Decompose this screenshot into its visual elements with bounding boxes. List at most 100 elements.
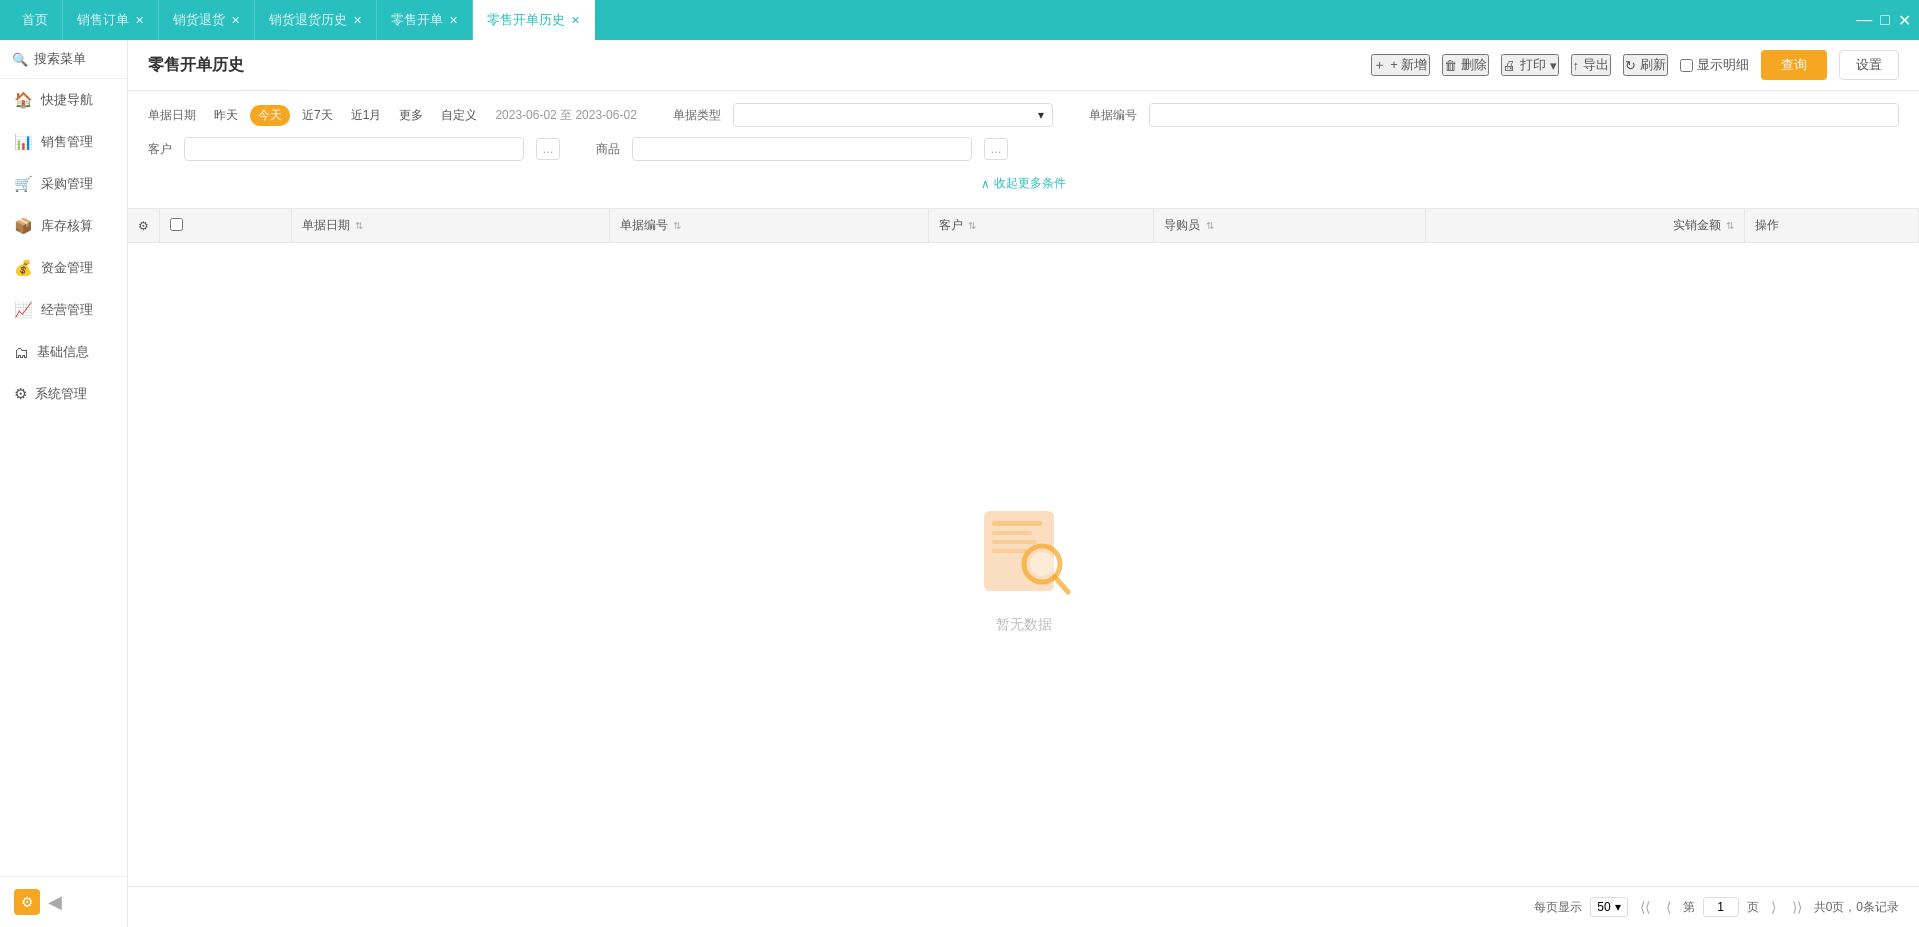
show-detail-checkbox-container[interactable]: 显示明细 (1680, 56, 1749, 74)
customer-dots-button[interactable]: ... (536, 138, 560, 160)
box-icon: 📦 (14, 217, 33, 235)
page-title: 零售开单历史 (148, 55, 244, 76)
sidebar-gear-button[interactable]: ⚙ (14, 889, 40, 915)
number-filter-input[interactable] (1149, 103, 1899, 127)
tab-sales-order-close[interactable]: ✕ (135, 14, 144, 27)
customer-filter-label: 客户 (148, 141, 172, 158)
th-salesperson[interactable]: 导购员 ⇅ (1154, 209, 1426, 243)
collapse-bar[interactable]: ∧ 收起更多条件 (148, 171, 1899, 196)
per-page-label: 每页显示 (1534, 899, 1582, 916)
add-button[interactable]: ＋ + 新增 (1371, 54, 1429, 76)
sidebar-item-system[interactable]: ⚙ 系统管理 (0, 373, 127, 415)
date-btn-1month[interactable]: 近1月 (345, 105, 388, 126)
print-label: 打印 (1520, 56, 1546, 74)
page-prev-button[interactable]: ⟨ (1662, 897, 1675, 917)
export-button[interactable]: ↑ 导出 (1571, 54, 1612, 76)
tab-retail-open-history[interactable]: 零售开单历史 ✕ (473, 0, 595, 40)
tab-retail-open[interactable]: 零售开单 ✕ (377, 0, 473, 40)
export-icon: ↑ (1573, 58, 1580, 73)
select-all-checkbox[interactable] (170, 218, 183, 231)
empty-text: 暂无数据 (996, 616, 1052, 634)
tab-sales-return-history-close[interactable]: ✕ (353, 14, 362, 27)
svg-rect-1 (992, 521, 1042, 526)
th-checkbox (160, 209, 292, 243)
sidebar-item-finance-label: 资金管理 (41, 259, 93, 277)
add-label: + 新增 (1390, 56, 1427, 74)
print-button[interactable]: 🖨 打印 ▾ (1501, 54, 1559, 76)
show-detail-checkbox[interactable] (1680, 59, 1693, 72)
tab-sales-return-history[interactable]: 销货退货历史 ✕ (255, 0, 377, 40)
window-maximize-icon[interactable]: □ (1880, 11, 1890, 29)
th-actions: 操作 (1744, 209, 1918, 243)
sidebar-item-purchase-mgmt[interactable]: 🛒 采购管理 (0, 163, 127, 205)
page-number-input[interactable] (1703, 897, 1739, 917)
tab-sales-return[interactable]: 销货退货 ✕ (159, 0, 255, 40)
settings-label: 设置 (1856, 57, 1882, 72)
th-amount[interactable]: 实销金额 ⇅ (1426, 209, 1745, 243)
date-btn-7days[interactable]: 近7天 (296, 105, 339, 126)
th-date[interactable]: 单据日期 ⇅ (291, 209, 610, 243)
date-filter-label: 单据日期 (148, 107, 196, 124)
tab-retail-open-close[interactable]: ✕ (449, 14, 458, 27)
tab-home-label: 首页 (22, 11, 48, 29)
query-label: 查询 (1781, 57, 1807, 72)
chart-icon: 📊 (14, 133, 33, 151)
tab-sales-order[interactable]: 销售订单 ✕ (63, 0, 159, 40)
svg-rect-3 (992, 540, 1037, 544)
th-customer[interactable]: 客户 ⇅ (928, 209, 1154, 243)
query-button[interactable]: 查询 (1761, 50, 1827, 80)
per-page-value: 50 (1597, 900, 1610, 914)
filter-area: 单据日期 昨天 今天 近7天 近1月 更多 自定义 2023-06-02 至 2… (128, 91, 1919, 209)
sidebar-item-operations-label: 经营管理 (41, 301, 93, 319)
page-first-button[interactable]: ⟨⟨ (1636, 897, 1654, 917)
sidebar-item-basic-info[interactable]: 🗂 基础信息 (0, 331, 127, 373)
window-minimize-icon[interactable]: — (1856, 11, 1872, 29)
th-number-label: 单据编号 (620, 218, 668, 232)
page-label: 页 (1747, 899, 1759, 916)
date-btn-today[interactable]: 今天 (250, 105, 290, 126)
refresh-button[interactable]: ↻ 刷新 (1623, 54, 1668, 76)
th-number[interactable]: 单据编号 ⇅ (610, 209, 929, 243)
page-next-button[interactable]: ⟩ (1767, 897, 1780, 917)
product-filter-label: 商品 (596, 141, 620, 158)
delete-button[interactable]: 🗑 删除 (1442, 54, 1489, 76)
sidebar-item-sales-mgmt[interactable]: 📊 销售管理 (0, 121, 127, 163)
page-word: 第 (1683, 899, 1695, 916)
tab-home[interactable]: 首页 (8, 0, 63, 40)
settings-button[interactable]: 设置 (1839, 50, 1899, 80)
tab-sales-order-label: 销售订单 (77, 11, 129, 29)
number-filter-label: 单据编号 (1089, 107, 1137, 124)
type-filter-select[interactable]: ▾ (733, 103, 1053, 127)
filter-row-1: 单据日期 昨天 今天 近7天 近1月 更多 自定义 2023-06-02 至 2… (148, 103, 1899, 127)
sidebar-item-inventory[interactable]: 📦 库存核算 (0, 205, 127, 247)
page-last-button[interactable]: ⟩⟩ (1788, 897, 1806, 917)
date-btn-more[interactable]: 更多 (393, 105, 429, 126)
window-close-icon[interactable]: ✕ (1898, 11, 1911, 30)
content-area: 零售开单历史 ＋ + 新增 🗑 删除 🖨 打印 ▾ ↑ 导出 (128, 40, 1919, 927)
delete-label: 删除 (1461, 56, 1487, 74)
sidebar-item-basic-info-label: 基础信息 (37, 343, 89, 361)
customer-filter-input[interactable] (184, 137, 524, 161)
th-customer-sort-icon: ⇅ (968, 220, 976, 231)
tab-sales-return-close[interactable]: ✕ (231, 14, 240, 27)
show-detail-label: 显示明细 (1697, 56, 1749, 74)
sidebar-collapse-button[interactable]: ◀ (48, 891, 62, 913)
tab-retail-open-history-close[interactable]: ✕ (571, 14, 580, 27)
settings-icon: ⚙ (14, 385, 27, 403)
th-amount-sort-icon: ⇅ (1726, 220, 1734, 231)
sidebar-item-operations[interactable]: 📈 经营管理 (0, 289, 127, 331)
product-filter-input[interactable] (632, 137, 972, 161)
sidebar-search[interactable]: 🔍 搜索菜单 (0, 40, 127, 79)
th-amount-label: 实销金额 (1673, 218, 1721, 232)
per-page-select[interactable]: 50 ▾ (1590, 897, 1627, 917)
sidebar-item-quick-nav[interactable]: 🏠 快捷导航 (0, 79, 127, 121)
th-date-sort-icon: ⇅ (355, 220, 363, 231)
table-gear-icon[interactable]: ⚙ (138, 219, 149, 233)
svg-line-7 (1055, 577, 1068, 592)
date-btn-custom[interactable]: 自定义 (435, 105, 483, 126)
product-dots-button[interactable]: ... (984, 138, 1008, 160)
sidebar-item-purchase-mgmt-label: 采购管理 (41, 175, 93, 193)
empty-state: 暂无数据 (128, 243, 1919, 886)
sidebar-item-finance[interactable]: 💰 资金管理 (0, 247, 127, 289)
date-btn-yesterday[interactable]: 昨天 (208, 105, 244, 126)
